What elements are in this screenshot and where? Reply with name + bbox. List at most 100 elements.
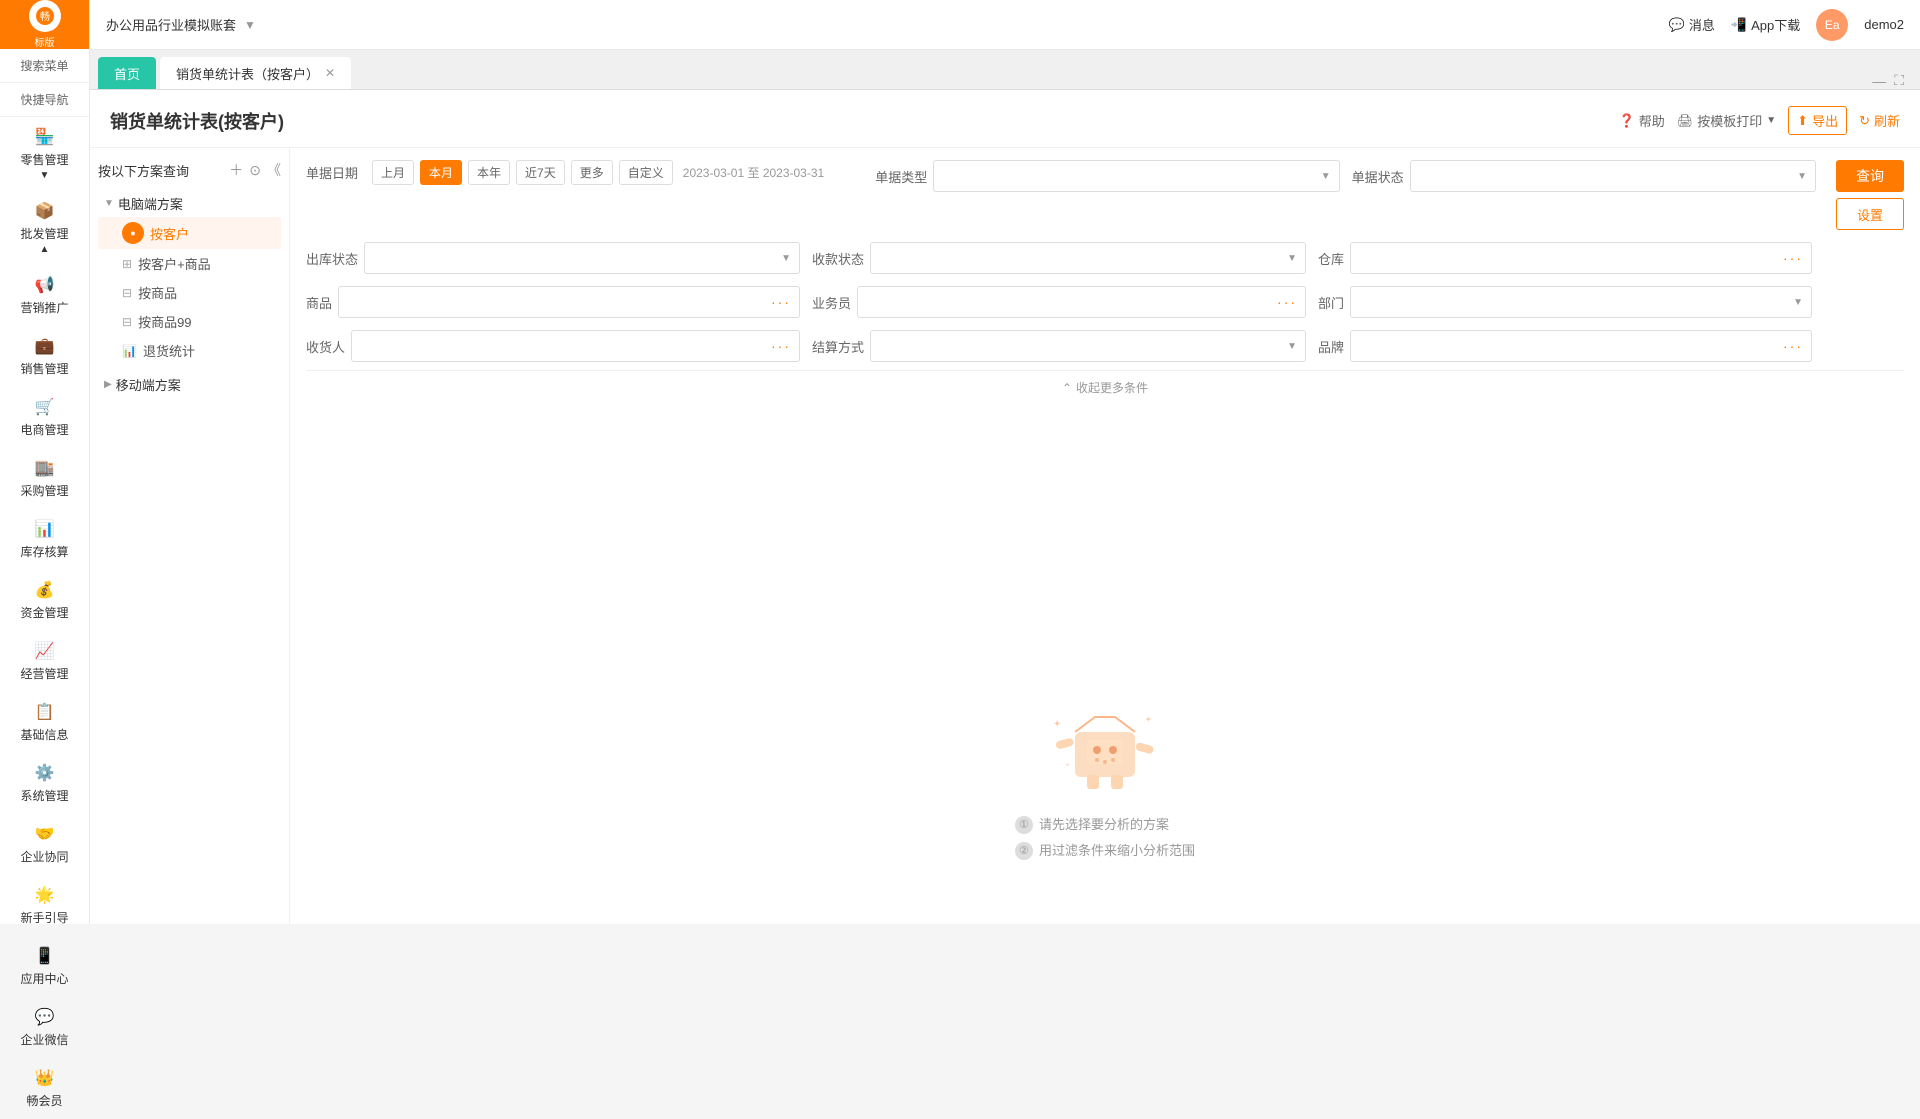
scheme-item-by-customer[interactable]: ● 按客户	[98, 217, 281, 249]
dept-select[interactable]: ▼	[1350, 286, 1812, 318]
refresh-label: 刷新	[1874, 111, 1900, 130]
date-btn-this-month[interactable]: 本月	[420, 160, 462, 185]
export-btn[interactable]: ⬆ 导出	[1788, 106, 1847, 135]
refresh-btn[interactable]: ↻ 刷新	[1859, 111, 1900, 130]
date-btn-more[interactable]: 更多	[571, 160, 613, 185]
help-btn[interactable]: ❓ 帮助	[1619, 111, 1665, 130]
scheme-item-return-stat[interactable]: 📊 退货统计	[98, 336, 281, 365]
setting-btn[interactable]: 设置	[1836, 198, 1904, 230]
message-icon: 💬	[1669, 17, 1685, 33]
settle-method-select[interactable]: ▼	[870, 330, 1306, 362]
date-btn-this-year[interactable]: 本年	[468, 160, 510, 185]
sidebar-item-sales[interactable]: 💼 销售管理	[0, 326, 89, 387]
scheme-group-mobile-header[interactable]: ▶ 移动端方案	[98, 371, 281, 398]
scheme-item-by-goods[interactable]: ⊟ 按商品	[98, 278, 281, 307]
sidebar-search-menu[interactable]: 搜索菜单	[0, 49, 89, 83]
ecommerce-icon: 🛒	[35, 397, 55, 417]
date-btn-custom[interactable]: 自定义	[619, 160, 673, 185]
tab-sales-stat[interactable]: 销货单统计表（按客户） ✕	[160, 57, 351, 89]
collapse-bar[interactable]: ⌃ 收起更多条件	[306, 370, 1904, 404]
scheme-item-by-customer-goods[interactable]: ⊞ 按客户+商品	[98, 249, 281, 278]
tab-close-icon[interactable]: ✕	[325, 66, 335, 80]
logo-icon: 畅	[29, 0, 61, 32]
finance-icon: 💰	[35, 580, 55, 600]
collect-status-select[interactable]: ▼	[870, 242, 1306, 274]
main-area: 办公用品行业模拟账套 ▼ 💬 消息 📲 App下载 Ea demo2 首页 销货…	[90, 0, 1920, 924]
sidebar-item-enterprise[interactable]: 🤝 企业协同	[0, 814, 89, 875]
industry-dropdown[interactable]: ▼	[244, 18, 256, 32]
receiver-select[interactable]: ···	[351, 330, 800, 362]
right-panel: 单据日期 上月 本月 本年 近7天 更多 自定义 2023-03-01 至 20…	[290, 148, 1920, 924]
sidebar-item-system[interactable]: ⚙️ 系统管理	[0, 753, 89, 814]
sidebar: 畅 标版 搜索菜单 快捷导航 🏪 零售管理 ▼ 📦 批发管理 ▲ 📢 营销推广 …	[0, 0, 90, 924]
sidebar-item-ecommerce[interactable]: 🛒 电商管理	[0, 387, 89, 448]
print-icon: 🖨	[1677, 113, 1694, 129]
sidebar-item-newuser[interactable]: 🌟 新手引导	[0, 875, 89, 936]
sidebar-item-inventory[interactable]: 📊 库存核算	[0, 509, 89, 570]
sidebar-item-operations[interactable]: 📈 经营管理	[0, 631, 89, 692]
content-area: 销货单统计表(按客户) ❓ 帮助 🖨 按模板打印 ▼ ⬆ 导出 ↻ 刷新	[90, 90, 1920, 924]
sidebar-item-appcenter[interactable]: 📱 应用中心	[0, 936, 89, 997]
scheme-group-mobile-label: 移动端方案	[116, 375, 181, 394]
wechat-icon: 💬	[35, 1007, 55, 1027]
salesperson-select[interactable]: ···	[857, 286, 1306, 318]
sidebar-item-finance[interactable]: 💰 资金管理	[0, 570, 89, 631]
settle-method-label: 结算方式	[812, 337, 864, 356]
empty-tips: ① 请先选择要分析的方案 ② 用过滤条件来缩小分析范围	[1015, 812, 1195, 864]
date-label: 单据日期	[306, 163, 366, 182]
sidebar-item-purchase[interactable]: 🏬 采购管理	[0, 448, 89, 509]
scheme-collapse-icon[interactable]: 《	[267, 160, 281, 180]
sidebar-item-retail[interactable]: 🏪 零售管理 ▼	[0, 117, 89, 191]
sidebar-item-finance-label: 资金管理	[20, 604, 68, 621]
scheme-refresh-icon[interactable]: ⊙	[249, 162, 261, 179]
filter-panel: 单据日期 上月 本月 本年 近7天 更多 自定义 2023-03-01 至 20…	[290, 148, 1920, 632]
collapse-label: 收起更多条件	[1076, 379, 1148, 396]
app-download-btn[interactable]: 📲 App下载	[1731, 15, 1800, 34]
avatar[interactable]: Ea	[1816, 9, 1848, 41]
goods-select[interactable]: ···	[338, 286, 800, 318]
tab-maximize-icon[interactable]: ⛶	[1894, 72, 1904, 89]
date-range-text: 2023-03-01 至 2023-03-31	[683, 164, 824, 181]
warehouse-select[interactable]: ···	[1350, 242, 1812, 274]
date-btn-last-month[interactable]: 上月	[372, 160, 414, 185]
sidebar-item-wholesale[interactable]: 📦 批发管理 ▲	[0, 191, 89, 265]
scheme-group-mobile-arrow: ▶	[104, 379, 112, 390]
scheme-actions: ＋ ⊙ 《	[229, 160, 281, 180]
system-icon: ⚙️	[35, 763, 55, 783]
empty-illustration: ✦ ✦ ✦	[1045, 692, 1165, 792]
purchase-icon: 🏬	[35, 458, 55, 478]
scheme-group-desktop-header[interactable]: ▼ 电脑端方案	[98, 190, 281, 217]
sidebar-item-wholesale-label: 批发管理	[20, 225, 68, 242]
app-download-label: App下载	[1751, 15, 1800, 34]
sidebar-quick-nav[interactable]: 快捷导航	[0, 83, 89, 117]
scheme-header: 按以下方案查询 ＋ ⊙ 《	[98, 160, 281, 180]
sidebar-item-base-info[interactable]: 📋 基础信息	[0, 692, 89, 753]
sidebar-item-system-label: 系统管理	[20, 787, 68, 804]
sidebar-item-member[interactable]: 👑 畅会员	[0, 1058, 89, 1119]
print-dropdown-icon[interactable]: ▼	[1766, 115, 1776, 126]
member-icon: 👑	[35, 1068, 55, 1088]
sidebar-item-wechat[interactable]: 💬 企业微信	[0, 997, 89, 1058]
sidebar-logo[interactable]: 畅 标版	[0, 0, 89, 49]
sidebar-item-retail-label: 零售管理	[20, 151, 68, 168]
doc-type-select[interactable]: ▼	[933, 160, 1339, 192]
brand-select[interactable]: ···	[1350, 330, 1812, 362]
tab-home[interactable]: 首页	[98, 57, 156, 89]
doc-status-select[interactable]: ▼	[1410, 160, 1816, 192]
query-btn[interactable]: 查询	[1836, 160, 1904, 192]
date-btn-last-7-days[interactable]: 近7天	[516, 160, 565, 185]
tab-minimize-icon[interactable]: —	[1872, 73, 1886, 89]
message-label: 消息	[1689, 15, 1715, 34]
user-name: demo2	[1864, 17, 1904, 32]
print-btn[interactable]: 🖨 按模板打印 ▼	[1677, 111, 1776, 130]
out-status-select[interactable]: ▼	[364, 242, 800, 274]
export-label: 导出	[1812, 111, 1838, 130]
scheme-item-by-goods-99[interactable]: ⊟ 按商品99	[98, 307, 281, 336]
sidebar-item-operations-label: 经营管理	[20, 665, 68, 682]
message-btn[interactable]: 💬 消息	[1669, 15, 1715, 34]
industry-label: 办公用品行业模拟账套	[106, 15, 236, 34]
by-customer-goods-icon: ⊞	[122, 257, 132, 271]
operations-icon: 📈	[35, 641, 55, 661]
scheme-add-icon[interactable]: ＋	[229, 160, 243, 180]
sidebar-item-marketing[interactable]: 📢 营销推广	[0, 265, 89, 326]
